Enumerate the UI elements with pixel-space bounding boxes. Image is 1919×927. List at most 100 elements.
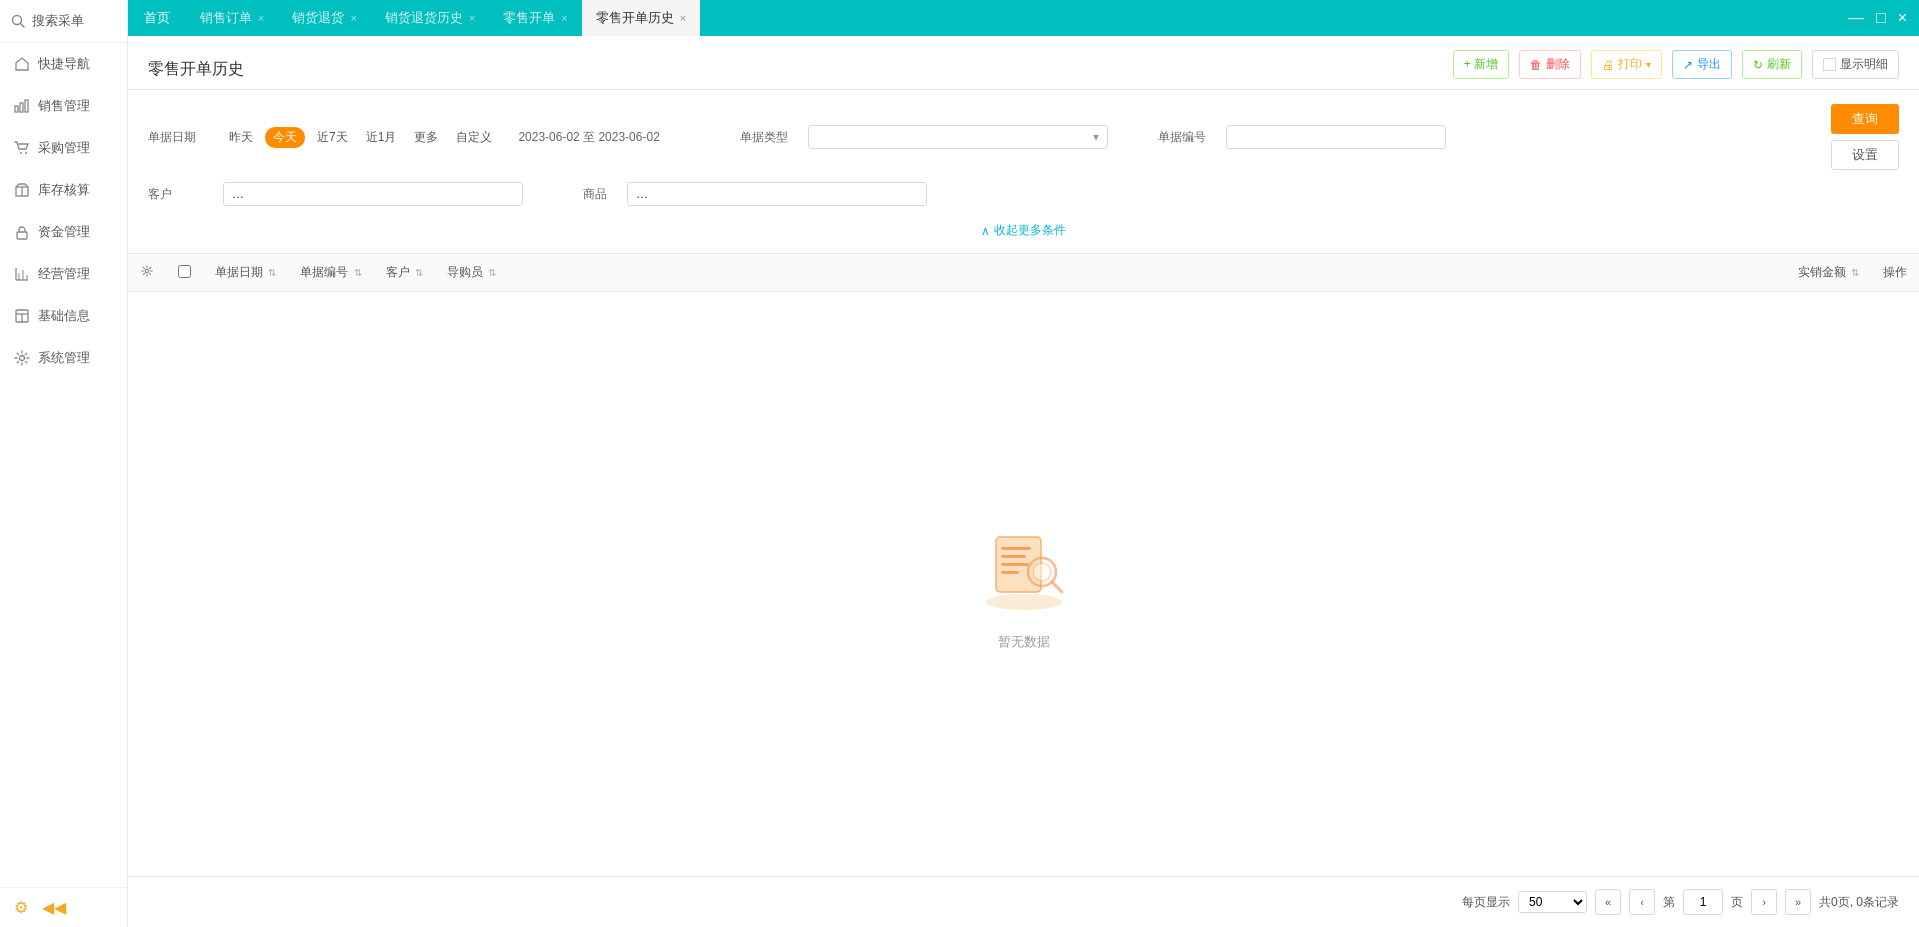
- collapse-more-button[interactable]: ∧ 收起更多条件: [981, 222, 1066, 239]
- filter-row-customer: 客户 … 商品 …: [148, 182, 1899, 206]
- minimize-icon[interactable]: —: [1848, 9, 1864, 27]
- table-header-row: 单据日期 ⇅ 单据编号 ⇅ 客户 ⇅: [128, 254, 1919, 292]
- per-page-label: 每页显示: [1462, 894, 1510, 911]
- top-nav: 首页 销售订单 × 销货退货 × 销货退货历史 × 零售开单 × 零售开单历史 …: [128, 0, 1919, 36]
- prev-page-button[interactable]: ‹: [1629, 889, 1655, 915]
- page-header: 零售开单历史 + 新增 🗑 删除 🖨 打印 ▾ ↗ 导出 ↻: [128, 36, 1919, 90]
- refresh-icon: ↻: [1753, 58, 1763, 72]
- th-checkbox-col[interactable]: [166, 254, 203, 292]
- bar-chart-icon: [14, 266, 30, 282]
- th-customer[interactable]: 客户 ⇅: [374, 254, 435, 292]
- close-window-icon[interactable]: ×: [1898, 9, 1907, 27]
- sort-icon-no: ⇅: [354, 267, 362, 278]
- date-range-display: 2023-06-02 至 2023-06-02: [518, 129, 659, 146]
- svg-rect-3: [20, 103, 23, 112]
- tab-retail-open[interactable]: 零售开单 ×: [489, 0, 581, 36]
- date-opt-last1m[interactable]: 近1月: [360, 127, 403, 148]
- collapse-sidebar-icon[interactable]: ◀◀: [42, 898, 66, 917]
- close-tab-retail-open-history[interactable]: ×: [680, 12, 686, 24]
- doc-no-label: 单据编号: [1158, 129, 1206, 146]
- sidebar-item-inventory[interactable]: 库存核算: [0, 169, 127, 211]
- th-guide[interactable]: 导购员 ⇅: [435, 254, 508, 292]
- sidebar-item-label: 库存核算: [38, 181, 90, 199]
- display-checkbox: [1823, 58, 1836, 71]
- cart-icon: [14, 140, 30, 156]
- page-suffix: 页: [1731, 894, 1743, 911]
- svg-rect-25: [1001, 571, 1019, 574]
- date-opt-yesterday[interactable]: 昨天: [223, 127, 259, 148]
- sidebar-item-label: 系统管理: [38, 349, 90, 367]
- svg-rect-2: [15, 106, 18, 112]
- th-amount[interactable]: 实销金额 ⇅: [1786, 254, 1871, 292]
- date-opt-custom[interactable]: 自定义: [450, 127, 498, 148]
- svg-rect-9: [17, 232, 27, 239]
- delete-button[interactable]: 🗑 删除: [1519, 50, 1581, 79]
- tab-sales-return-history[interactable]: 销货退货历史 ×: [371, 0, 489, 36]
- page-label: 第: [1663, 894, 1675, 911]
- filter-settings-button[interactable]: 设置: [1831, 140, 1899, 170]
- export-icon: ↗: [1683, 58, 1693, 72]
- query-button[interactable]: 查询: [1831, 104, 1899, 134]
- sidebar-item-sales-mgmt[interactable]: 销售管理: [0, 85, 127, 127]
- doc-no-input[interactable]: [1226, 125, 1446, 149]
- close-tab-sales-return-history[interactable]: ×: [469, 12, 475, 24]
- top-nav-right: — □ ×: [1848, 9, 1919, 27]
- sidebar-item-finance[interactable]: 资金管理: [0, 211, 127, 253]
- th-settings[interactable]: [128, 254, 166, 292]
- chevron-down-icon: ▾: [1093, 130, 1099, 144]
- product-filter-label: 商品: [583, 186, 607, 203]
- print-button[interactable]: 🖨 打印 ▾: [1591, 50, 1662, 79]
- sidebar-item-purchase-mgmt[interactable]: 采购管理: [0, 127, 127, 169]
- first-page-button[interactable]: «: [1595, 889, 1621, 915]
- customer-dots: …: [232, 187, 244, 201]
- collapse-more-row: ∧ 收起更多条件: [148, 218, 1899, 239]
- last-page-button[interactable]: »: [1785, 889, 1811, 915]
- svg-line-1: [21, 24, 25, 28]
- date-opt-more[interactable]: 更多: [408, 127, 444, 148]
- display-detail-button[interactable]: 显示明细: [1812, 50, 1899, 79]
- chart-icon: [14, 98, 30, 114]
- sidebar-item-quick-nav[interactable]: 快捷导航: [0, 43, 127, 85]
- product-select[interactable]: …: [627, 182, 927, 206]
- next-page-button[interactable]: ›: [1751, 889, 1777, 915]
- sidebar-item-ops-mgmt[interactable]: 经营管理: [0, 253, 127, 295]
- tab-retail-open-history[interactable]: 零售开单历史 ×: [582, 0, 700, 36]
- tab-sales-return[interactable]: 销货退货 ×: [278, 0, 370, 36]
- refresh-button[interactable]: ↻ 刷新: [1742, 50, 1802, 79]
- box-icon: [14, 182, 30, 198]
- date-opt-last7[interactable]: 近7天: [311, 127, 354, 148]
- date-opt-today[interactable]: 今天: [265, 127, 305, 148]
- close-tab-sales-order[interactable]: ×: [258, 12, 264, 24]
- settings-bottom-icon[interactable]: ⚙: [14, 898, 28, 917]
- th-spacer: [508, 254, 1785, 292]
- add-button[interactable]: + 新增: [1453, 50, 1509, 79]
- page-size-select[interactable]: 10 20 50 100: [1518, 891, 1587, 913]
- sidebar-search-label: 搜索采单: [32, 12, 84, 30]
- restore-icon[interactable]: □: [1876, 9, 1886, 27]
- export-button[interactable]: ↗ 导出: [1672, 50, 1732, 79]
- svg-line-28: [1052, 582, 1062, 592]
- close-tab-sales-return[interactable]: ×: [350, 12, 356, 24]
- empty-text: 暂无数据: [998, 633, 1050, 651]
- sidebar-item-sys-mgmt[interactable]: 系统管理: [0, 337, 127, 379]
- th-date[interactable]: 单据日期 ⇅: [203, 254, 288, 292]
- customer-select[interactable]: …: [223, 182, 523, 206]
- svg-rect-23: [1001, 555, 1026, 558]
- tab-sales-order[interactable]: 销售订单 ×: [186, 0, 278, 36]
- print-dropdown-icon: ▾: [1646, 59, 1651, 70]
- sidebar-search[interactable]: 搜索采单: [0, 0, 127, 43]
- select-all-checkbox[interactable]: [178, 265, 191, 278]
- tab-home[interactable]: 首页: [128, 9, 186, 27]
- doc-type-select[interactable]: ▾: [808, 125, 1108, 149]
- svg-rect-12: [18, 273, 20, 280]
- th-no[interactable]: 单据编号 ⇅: [288, 254, 373, 292]
- svg-rect-13: [22, 270, 24, 280]
- doc-type-label: 单据类型: [740, 129, 788, 146]
- sidebar-item-basic-info[interactable]: 基础信息: [0, 295, 127, 337]
- current-page-input[interactable]: [1683, 889, 1723, 915]
- svg-point-27: [1033, 563, 1051, 581]
- total-label: 共0页, 0条记录: [1819, 894, 1899, 911]
- close-tab-retail-open[interactable]: ×: [561, 12, 567, 24]
- svg-rect-4: [25, 100, 28, 112]
- svg-point-20: [986, 594, 1062, 610]
